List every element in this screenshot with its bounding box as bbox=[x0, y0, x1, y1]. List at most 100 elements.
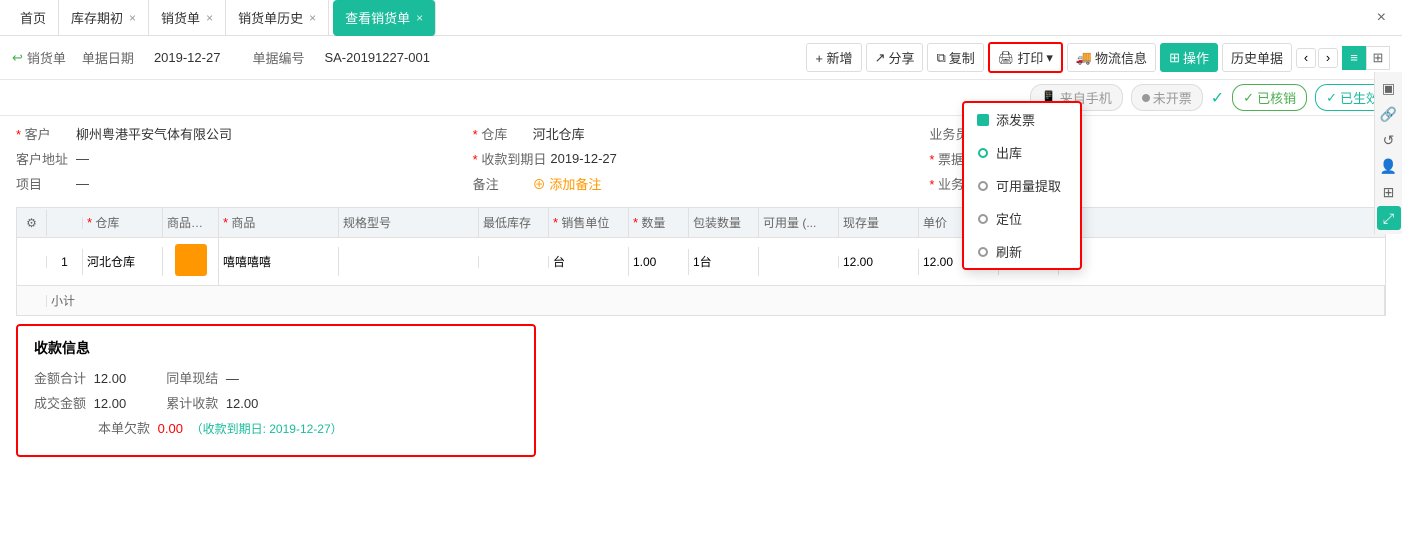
project-value: — bbox=[76, 176, 89, 191]
dropdown-item-refresh[interactable]: 刷新 bbox=[964, 235, 1080, 268]
invoice-status-badge[interactable]: 未开票 bbox=[1131, 84, 1203, 111]
right-icon-2[interactable]: 🔗 bbox=[1377, 102, 1401, 126]
due-note: （收款到期日: 2019-12-27） bbox=[191, 422, 343, 436]
verify-area: ✓ bbox=[1211, 88, 1224, 108]
date-value: 2019-12-27 bbox=[154, 50, 221, 65]
right-icon-expand[interactable]: ⤢ bbox=[1377, 206, 1401, 230]
cumulative-label: 累计收款 bbox=[166, 396, 218, 411]
tab-sales-history-label: 销货单历史 bbox=[238, 8, 303, 27]
effective-icon: ✓ bbox=[1326, 90, 1337, 106]
th-packqty: 包装数量 bbox=[689, 208, 759, 237]
tab-sales-order[interactable]: 销货单 × bbox=[149, 0, 226, 36]
form-icon: ↩ bbox=[12, 50, 23, 66]
address-value: — bbox=[76, 151, 89, 166]
same-settle-value: — bbox=[226, 371, 239, 386]
tab-bar: 首页 库存期初 × 销货单 × 销货单历史 × 查看销货单 × × bbox=[0, 0, 1402, 36]
outbound-icon bbox=[976, 146, 990, 160]
main-content: ↩ 销货单 单据日期 2019-12-27 单据编号 SA-20191227-0… bbox=[0, 36, 1402, 533]
tab-inventory-init[interactable]: 库存期初 × bbox=[59, 0, 149, 36]
payment-date-field: 收款到期日 2019-12-27 bbox=[473, 149, 930, 168]
tab-sales-history[interactable]: 销货单历史 × bbox=[226, 0, 329, 36]
copy-button[interactable]: ⧉ 复制 bbox=[927, 43, 983, 72]
tab-inventory-close[interactable]: × bbox=[129, 11, 136, 25]
new-button[interactable]: + 新增 bbox=[806, 43, 861, 72]
next-button[interactable]: › bbox=[1318, 48, 1338, 68]
due-label: 本单欠款 bbox=[98, 421, 150, 436]
print-button[interactable]: 🖨 打印 ▾ bbox=[988, 42, 1063, 73]
note-label: 备注 bbox=[473, 174, 529, 193]
row-avail bbox=[759, 256, 839, 268]
view-list-button[interactable]: ≡ bbox=[1342, 46, 1366, 70]
prev-button[interactable]: ‹ bbox=[1296, 48, 1316, 68]
th-warehouse: * 仓库 bbox=[83, 208, 163, 237]
right-icon-4[interactable]: 👤 bbox=[1377, 154, 1401, 178]
logistics-icon: 🚚 bbox=[1076, 50, 1092, 66]
row-image bbox=[163, 238, 219, 285]
circle-icon bbox=[978, 148, 988, 158]
th-image: 商品图片 bbox=[163, 208, 219, 237]
right-icon-3[interactable]: ↺ bbox=[1377, 128, 1401, 152]
address-label: 客户地址 bbox=[16, 149, 72, 168]
project-field: 项目 — bbox=[16, 174, 473, 193]
address-field: 客户地址 — bbox=[16, 149, 473, 168]
deal-field: 成交金额 12.00 bbox=[34, 393, 126, 412]
cumulative-field: 累计收款 12.00 bbox=[166, 393, 258, 412]
operation-button-label: 操作 bbox=[1183, 48, 1209, 67]
tab-sales-order-close[interactable]: × bbox=[206, 11, 213, 25]
print-icon: 🖨 bbox=[998, 50, 1015, 66]
tab-home-label: 首页 bbox=[20, 8, 46, 27]
table-header: ⚙ * 仓库 商品图片 * 商品 规格型号 最低库存 * 销售单位 * 数量 包… bbox=[16, 207, 1386, 237]
note-field: 备注 ⊕ 添加备注 bbox=[473, 174, 930, 193]
sum-label: 小计 bbox=[47, 286, 1385, 315]
row-seq: 1 bbox=[47, 249, 83, 275]
dropdown-item-locate[interactable]: 定位 bbox=[964, 202, 1080, 235]
invoice-icon bbox=[976, 113, 990, 127]
number-value: SA-20191227-001 bbox=[324, 50, 430, 65]
row-unit: 台 bbox=[549, 247, 629, 276]
print-button-label: 打印 bbox=[1017, 48, 1043, 67]
tab-view-sales-close[interactable]: × bbox=[416, 11, 423, 25]
window-close-button[interactable]: × bbox=[1369, 9, 1394, 27]
verify-icon: ✓ bbox=[1211, 88, 1224, 108]
logistics-button[interactable]: 🚚 物流信息 bbox=[1067, 43, 1156, 72]
warehouse-field: 仓库 河北仓库 bbox=[473, 124, 930, 143]
deal-value: 12.00 bbox=[94, 396, 127, 411]
note-add-text: 添加备注 bbox=[549, 177, 601, 192]
payment-row-1: 金额合计 12.00 同单现结 — bbox=[34, 368, 518, 387]
tab-view-sales[interactable]: 查看销货单 × bbox=[333, 0, 436, 36]
dropdown-item-invoice[interactable]: 添发票 bbox=[964, 103, 1080, 136]
due-value: 0.00 bbox=[158, 421, 183, 436]
verified-status-badge[interactable]: ✓ 已核销 bbox=[1232, 84, 1307, 111]
payment-total-field: 金额合计 12.00 bbox=[34, 368, 126, 387]
table-wrap: ⚙ * 仓库 商品图片 * 商品 规格型号 最低库存 * 销售单位 * 数量 包… bbox=[16, 207, 1386, 316]
dropdown-avail-label: 可用量提取 bbox=[996, 176, 1061, 195]
note-add-link[interactable]: ⊕ 添加备注 bbox=[533, 174, 602, 193]
tab-sales-history-close[interactable]: × bbox=[309, 11, 316, 25]
form-type-label: 销货单 bbox=[27, 48, 66, 67]
view-grid-button[interactable]: ⊞ bbox=[1366, 46, 1390, 70]
row-stock: 12.00 bbox=[839, 249, 919, 275]
print-dropdown-icon: ▾ bbox=[1046, 50, 1053, 66]
form-meta: 单据日期 2019-12-27 单据编号 SA-20191227-001 bbox=[82, 48, 430, 67]
row-packqty: 1台 bbox=[689, 247, 759, 276]
dropdown-item-avail[interactable]: 可用量提取 bbox=[964, 169, 1080, 202]
customer-label: 客户 bbox=[16, 124, 72, 143]
dropdown-outbound-label: 出库 bbox=[996, 143, 1022, 162]
copy-button-label: 复制 bbox=[949, 48, 975, 67]
th-gear[interactable]: ⚙ bbox=[17, 210, 47, 236]
dropdown-item-outbound[interactable]: 出库 bbox=[964, 136, 1080, 169]
operation-icon: ⊞ bbox=[1169, 50, 1180, 66]
share-button[interactable]: ↗ 分享 bbox=[866, 43, 924, 72]
payment-date-value: 2019-12-27 bbox=[550, 151, 617, 166]
dropdown-refresh-label: 刷新 bbox=[996, 242, 1022, 261]
history-button[interactable]: 历史单据 bbox=[1222, 43, 1292, 72]
invoice-status-label: 未开票 bbox=[1153, 88, 1192, 107]
operation-button[interactable]: ⊞ 操作 bbox=[1160, 43, 1218, 72]
tab-home[interactable]: 首页 bbox=[8, 0, 59, 36]
square-icon bbox=[977, 114, 989, 126]
row-warehouse: 河北仓库 bbox=[83, 247, 163, 276]
right-icon-1[interactable]: ▣ bbox=[1377, 76, 1401, 100]
plus-icon: ⊕ bbox=[533, 177, 546, 192]
right-icon-5[interactable]: ⊞ bbox=[1377, 180, 1401, 204]
dropdown-locate-label: 定位 bbox=[996, 209, 1022, 228]
